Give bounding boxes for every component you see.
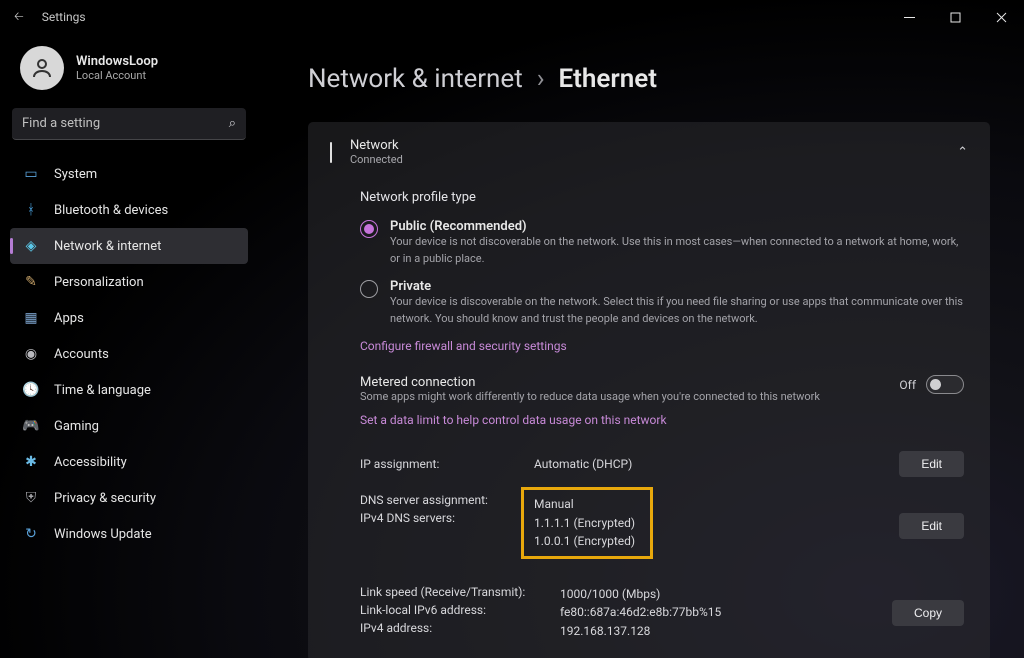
radio-icon bbox=[360, 220, 378, 238]
user-name: WindowsLoop bbox=[76, 54, 158, 69]
network-panel: Network Connected ⌃ Network profile type… bbox=[308, 122, 990, 658]
ipv4-val: 192.168.137.128 bbox=[560, 622, 892, 641]
dns-assignment-val: Manual bbox=[534, 495, 640, 514]
sidebar-item-label: Accessibility bbox=[54, 455, 127, 470]
ip-assignment-val: Automatic (DHCP) bbox=[534, 457, 899, 471]
panel-header[interactable]: Network Connected ⌃ bbox=[308, 122, 990, 180]
apps-icon: ▦ bbox=[22, 309, 40, 327]
search-input[interactable]: Find a setting ⌕ bbox=[12, 108, 246, 140]
sidebar-item-label: Bluetooth & devices bbox=[54, 203, 168, 218]
dns-highlight: Manual 1.1.1.1 (Encrypted) 1.0.0.1 (Encr… bbox=[521, 487, 653, 559]
firewall-link[interactable]: Configure firewall and security settings bbox=[360, 339, 964, 353]
ip-assignment-key: IP assignment: bbox=[360, 457, 534, 471]
panel-title: Network bbox=[350, 138, 403, 153]
radio-public[interactable]: Public (Recommended) Your device is not … bbox=[360, 219, 964, 267]
gaming-icon: 🎮 bbox=[22, 417, 40, 435]
radio-icon bbox=[360, 280, 378, 298]
link-speed-val: 1000/1000 (Mbps) bbox=[560, 585, 892, 604]
user-sub: Local Account bbox=[76, 69, 158, 82]
close-button[interactable] bbox=[978, 1, 1024, 33]
search-icon: ⌕ bbox=[229, 116, 236, 131]
dns-server-1: 1.1.1.1 (Encrypted) bbox=[534, 514, 640, 533]
radio-public-desc: Your device is not discoverable on the n… bbox=[390, 234, 964, 267]
sidebar-item-label: Time & language bbox=[54, 383, 151, 398]
minimize-button[interactable] bbox=[886, 1, 932, 33]
metered-toggle[interactable] bbox=[926, 375, 964, 394]
sidebar-item-network[interactable]: ◈ Network & internet bbox=[10, 228, 248, 264]
personalization-icon: ✎ bbox=[22, 273, 40, 291]
ipv4-key: IPv4 address: bbox=[360, 621, 560, 635]
metered-title: Metered connection bbox=[360, 375, 820, 390]
radio-public-title: Public (Recommended) bbox=[390, 219, 964, 234]
sidebar-item-label: Gaming bbox=[54, 419, 99, 434]
ip-edit-button[interactable]: Edit bbox=[899, 451, 964, 477]
sidebar-item-system[interactable]: ▭ System bbox=[10, 156, 248, 192]
window-title: Settings bbox=[42, 10, 86, 24]
radio-private-desc: Your device is discoverable on the netwo… bbox=[390, 294, 964, 327]
sidebar-item-accessibility[interactable]: ✱ Accessibility bbox=[10, 444, 248, 480]
dns-server-2: 1.0.0.1 (Encrypted) bbox=[534, 532, 640, 551]
sidebar-item-update[interactable]: ↻ Windows Update bbox=[10, 516, 248, 552]
dns-edit-button[interactable]: Edit bbox=[899, 513, 964, 539]
breadcrumb-current: Ethernet bbox=[559, 64, 658, 94]
bluetooth-icon: ᚼ bbox=[22, 201, 40, 219]
sidebar-item-privacy[interactable]: ⛨ Privacy & security bbox=[10, 480, 248, 516]
user-block[interactable]: WindowsLoop Local Account bbox=[10, 42, 248, 108]
system-icon: ▭ bbox=[22, 165, 40, 183]
ipv6-key: Link-local IPv6 address: bbox=[360, 603, 560, 617]
sidebar-item-label: Windows Update bbox=[54, 527, 152, 542]
sidebar-item-personalization[interactable]: ✎ Personalization bbox=[10, 264, 248, 300]
sidebar-item-label: Personalization bbox=[54, 275, 144, 290]
breadcrumb-parent[interactable]: Network & internet bbox=[308, 64, 523, 94]
sidebar-item-label: Apps bbox=[54, 311, 84, 326]
radio-private[interactable]: Private Your device is discoverable on t… bbox=[360, 279, 964, 327]
data-limit-link[interactable]: Set a data limit to help control data us… bbox=[360, 413, 964, 427]
accessibility-icon: ✱ bbox=[22, 453, 40, 471]
sidebar-item-bluetooth[interactable]: ᚼ Bluetooth & devices bbox=[10, 192, 248, 228]
sidebar-item-time[interactable]: 🕓 Time & language bbox=[10, 372, 248, 408]
clock-icon: 🕓 bbox=[22, 381, 40, 399]
sidebar-item-accounts[interactable]: ◉ Accounts bbox=[10, 336, 248, 372]
search-placeholder: Find a setting bbox=[22, 116, 100, 131]
update-icon: ↻ bbox=[22, 525, 40, 543]
maximize-button[interactable] bbox=[932, 1, 978, 33]
sidebar-item-label: Network & internet bbox=[54, 239, 161, 254]
copy-button[interactable]: Copy bbox=[892, 600, 964, 626]
profile-type-label: Network profile type bbox=[360, 190, 964, 205]
back-button[interactable]: 🡠 bbox=[14, 7, 24, 28]
window-controls bbox=[886, 1, 1024, 33]
avatar bbox=[20, 46, 64, 90]
nav-list: ▭ System ᚼ Bluetooth & devices ◈ Network & … bbox=[10, 156, 248, 552]
monitor-icon bbox=[330, 143, 332, 162]
chevron-right-icon: › bbox=[537, 64, 545, 94]
dns-assignment-key: DNS server assignment: bbox=[360, 493, 534, 507]
ipv6-val: fe80::687a:46d2:e8b:77bb%15 bbox=[560, 603, 892, 622]
sidebar-item-apps[interactable]: ▦ Apps bbox=[10, 300, 248, 336]
dns-servers-key: IPv4 DNS servers: bbox=[360, 511, 534, 525]
main-content: Network & internet › Ethernet Network Co… bbox=[258, 34, 1024, 658]
shield-icon: ⛨ bbox=[22, 489, 40, 507]
radio-private-title: Private bbox=[390, 279, 964, 294]
panel-subtitle: Connected bbox=[350, 153, 403, 166]
breadcrumb: Network & internet › Ethernet bbox=[308, 64, 990, 94]
sidebar-item-label: System bbox=[54, 167, 97, 182]
link-speed-key: Link speed (Receive/Transmit): bbox=[360, 585, 560, 599]
chevron-up-icon: ⌃ bbox=[957, 145, 968, 160]
metered-desc: Some apps might work differently to redu… bbox=[360, 390, 820, 403]
sidebar-item-label: Privacy & security bbox=[54, 491, 156, 506]
network-icon: ◈ bbox=[22, 237, 40, 255]
sidebar-item-gaming[interactable]: 🎮 Gaming bbox=[10, 408, 248, 444]
sidebar: WindowsLoop Local Account Find a setting… bbox=[0, 34, 258, 658]
sidebar-item-label: Accounts bbox=[54, 347, 109, 362]
accounts-icon: ◉ bbox=[22, 345, 40, 363]
toggle-state: Off bbox=[899, 378, 916, 392]
title-bar: 🡠 Settings bbox=[0, 0, 1024, 34]
